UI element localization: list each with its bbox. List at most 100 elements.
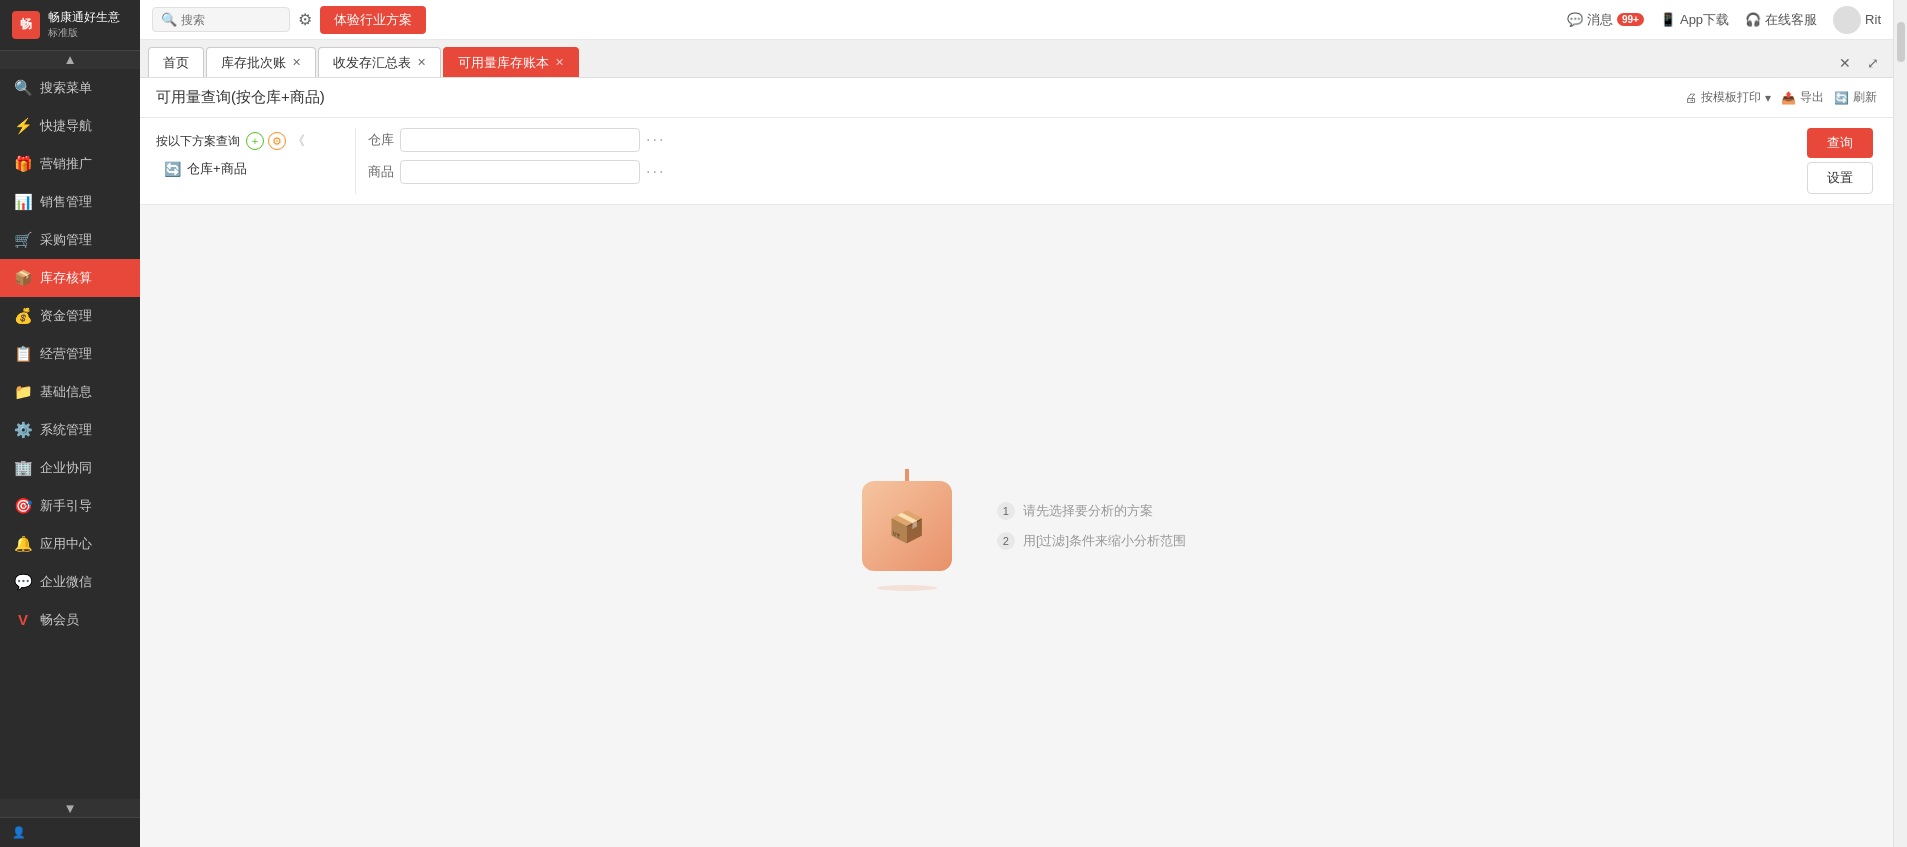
sidebar-item-basic[interactable]: 📁 基础信息 [0,373,140,411]
warehouse-input[interactable] [400,128,640,152]
fullscreen-btn[interactable]: ⤢ [1861,53,1885,73]
filter-option-label: 仓库+商品 [187,160,247,178]
export-btn[interactable]: 📤 导出 [1781,89,1824,106]
filter-row-warehouse: 仓库 ··· [368,128,1799,152]
sidebar-item-label: 经营管理 [40,345,92,363]
online-service-label: 在线客服 [1765,11,1817,29]
filter-field-warehouse: 仓库 ··· [368,128,665,152]
filter-row-product: 商品 ··· [368,160,1799,184]
sidebar-item-inventory[interactable]: 📦 库存核算 [0,259,140,297]
search-box[interactable]: 🔍 [152,7,290,32]
tab-receive-summary[interactable]: 收发存汇总表 ✕ [318,47,441,77]
setting-button[interactable]: 设置 [1807,162,1873,194]
user-area[interactable]: Rit [1833,6,1881,34]
robot-icon: 📦 [862,481,952,571]
sidebar-header: 畅 畅康通好生意 标准版 [0,0,140,51]
query-button[interactable]: 查询 [1807,128,1873,158]
finance-icon: 💰 [14,307,32,325]
gear-icon[interactable]: ⚙ [298,10,312,29]
topbar-right: 💬 消息 99+ 📱 App下载 🎧 在线客服 Rit [1567,6,1881,34]
sidebar-item-search[interactable]: 🔍 搜索菜单 [0,69,140,107]
sidebar-nav: 🔍 搜索菜单 ⚡ 快捷导航 🎁 营销推广 📊 销售管理 🛒 采购管理 📦 库存核… [0,69,140,799]
sidebar-item-sales[interactable]: 📊 销售管理 [0,183,140,221]
sidebar-item-appstore[interactable]: 🔔 应用中心 [0,525,140,563]
sidebar-item-finance[interactable]: 💰 资金管理 [0,297,140,335]
sidebar-item-marketing[interactable]: 🎁 营销推广 [0,145,140,183]
product-more-btn[interactable]: ··· [646,163,665,181]
print-label: 按模板打印 [1701,89,1761,106]
sidebar-item-operations[interactable]: 📋 经营管理 [0,335,140,373]
hint-text-2: 用[过滤]条件来缩小分析范围 [1023,532,1186,550]
online-service-btn[interactable]: 🎧 在线客服 [1745,11,1817,29]
close-tab-btn[interactable]: ✕ [1833,53,1857,73]
sidebar-item-label: 企业微信 [40,573,92,591]
filter-right-panel: 仓库 ··· 商品 ··· [368,128,1877,194]
sidebar-item-label: 快捷导航 [40,117,92,135]
settings-filter-btn[interactable]: ⚙ [268,132,286,150]
user-icon: 👤 [12,826,26,839]
tab-close-icon[interactable]: ✕ [417,56,426,69]
member-icon: V [14,611,32,628]
page-actions: 🖨 按模板打印 ▾ 📤 导出 🔄 刷新 [1685,89,1877,106]
tab-close-icon[interactable]: ✕ [292,56,301,69]
system-icon: ⚙️ [14,421,32,439]
app-download-btn[interactable]: 📱 App下载 [1660,11,1729,29]
marketing-icon: 🎁 [14,155,32,173]
export-icon: 📤 [1781,91,1796,105]
sidebar-item-label: 系统管理 [40,421,92,439]
add-filter-btn[interactable]: + [246,132,264,150]
message-btn[interactable]: 💬 消息 99+ [1567,11,1644,29]
tab-available-ledger[interactable]: 可用量库存账本 ✕ [443,47,579,77]
filter-label: 按以下方案查询 + ⚙ 《 [156,128,345,154]
inventory-icon: 📦 [14,269,32,287]
sidebar-item-label: 新手引导 [40,497,92,515]
wechat-icon: 💬 [14,573,32,591]
app-info: 畅康通好生意 标准版 [48,10,120,40]
search-input[interactable] [181,13,281,27]
sidebar-item-member[interactable]: V 畅会员 [0,601,140,639]
warehouse-label: 仓库 [368,131,394,149]
guide-icon: 🎯 [14,497,32,515]
scrollbar-thumb[interactable] [1897,22,1905,62]
sidebar-item-quick-nav[interactable]: ⚡ 快捷导航 [0,107,140,145]
sidebar-footer: 👤 [0,817,140,847]
sidebar-item-system[interactable]: ⚙️ 系统管理 [0,411,140,449]
sidebar-item-label: 采购管理 [40,231,92,249]
filter-option-warehouse-product[interactable]: 🔄 仓库+商品 [156,154,345,184]
product-label: 商品 [368,163,394,181]
sidebar-item-label: 销售管理 [40,193,92,211]
sidebar-item-label: 资金管理 [40,307,92,325]
app-version: 标准版 [48,26,120,40]
print-btn[interactable]: 🖨 按模板打印 ▾ [1685,89,1771,106]
dropdown-icon: ▾ [1765,91,1771,105]
scroll-up-btn[interactable]: ▲ [0,51,140,69]
app-logo: 畅 [12,11,40,39]
product-input[interactable] [400,160,640,184]
sidebar-item-purchase[interactable]: 🛒 采购管理 [0,221,140,259]
scroll-down-btn[interactable]: ▼ [0,799,140,817]
sidebar-item-guide[interactable]: 🎯 新手引导 [0,487,140,525]
sales-icon: 📊 [14,193,32,211]
trial-button[interactable]: 体验行业方案 [320,6,426,34]
tabbar: 首页 库存批次账 ✕ 收发存汇总表 ✕ 可用量库存账本 ✕ ✕ ⤢ [140,40,1893,78]
tab-home-label: 首页 [163,54,189,72]
filter-field-product: 商品 ··· [368,160,665,184]
collapse-icon[interactable]: 《 [292,132,305,150]
sidebar-item-label: 搜索菜单 [40,79,92,97]
tab-batch-ledger[interactable]: 库存批次账 ✕ [206,47,316,77]
tab-batch-ledger-label: 库存批次账 [221,54,286,72]
right-scrollbar[interactable] [1893,0,1907,847]
enterprise-icon: 🏢 [14,459,32,477]
tab-home[interactable]: 首页 [148,47,204,77]
message-icon: 💬 [1567,12,1583,27]
sidebar-item-wechat[interactable]: 💬 企业微信 [0,563,140,601]
hint-num-2: 2 [997,532,1015,550]
refresh-btn[interactable]: 🔄 刷新 [1834,89,1877,106]
sidebar-item-enterprise[interactable]: 🏢 企业协同 [0,449,140,487]
filter-section: 按以下方案查询 + ⚙ 《 🔄 仓库+商品 [140,118,1893,205]
tab-close-icon[interactable]: ✕ [555,56,564,69]
sidebar-item-label: 库存核算 [40,269,92,287]
message-badge: 99+ [1617,13,1644,26]
content-area: 可用量查询(按仓库+商品) 🖨 按模板打印 ▾ 📤 导出 🔄 刷新 [140,78,1893,847]
warehouse-more-btn[interactable]: ··· [646,131,665,149]
